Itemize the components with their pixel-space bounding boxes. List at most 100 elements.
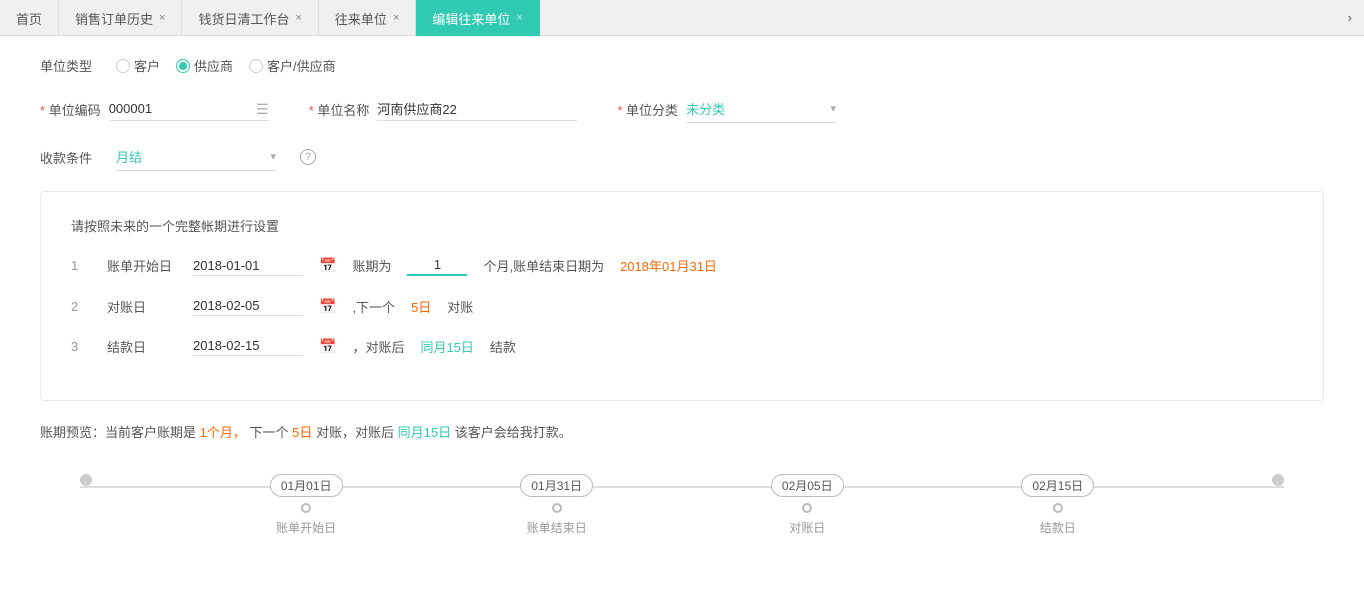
timeline-item-1: 01月01日 账单开始日 — [270, 474, 343, 536]
unit-name-wrapper — [377, 97, 577, 121]
unit-code-label: 单位编码 — [40, 100, 101, 119]
tab-sales-history-label: 销售订单历史 — [75, 9, 153, 28]
period-desc-3a: ，对账后 — [352, 337, 404, 356]
unit-category-label: 单位分类 — [617, 100, 678, 119]
preview-highlight2: 5日 — [292, 425, 312, 440]
calendar-icon-1[interactable]: 📅 — [319, 257, 336, 274]
tab-home-label: 首页 — [16, 9, 42, 28]
tab-bar: 首页 销售订单历史 × 钱货日清工作台 × 往来单位 × 编辑往来单位 × › — [0, 0, 1364, 36]
preview-highlight3: 同月15日 — [398, 425, 451, 440]
tab-edit-partner-close[interactable]: × — [516, 12, 522, 24]
tab-cash-work[interactable]: 钱货日清工作台 × — [182, 0, 318, 36]
timeline-label-3: 对账日 — [789, 519, 825, 536]
chevron-right-icon: › — [1348, 10, 1352, 25]
radio-both[interactable]: 客户/供应商 — [249, 56, 336, 75]
calendar-icon-3[interactable]: 📅 — [319, 338, 336, 355]
timeline-badge-1: 01月01日 — [270, 474, 343, 497]
period-payment-date-input[interactable] — [193, 336, 303, 356]
timeline-section: 01月01日 账单开始日 01月31日 账单结束日 02月05日 对账日 02月… — [40, 464, 1324, 566]
unit-code-wrapper: ☰ — [109, 97, 269, 121]
period-settings-box: 请按照未来的一个完整帐期进行设置 1 账单开始日 📅 账期为 个月,账单结束日期… — [40, 191, 1324, 401]
period-desc-3b: 结款 — [490, 337, 516, 356]
period-field-label-2: 对账日 — [107, 297, 177, 316]
timeline-dot-1 — [301, 503, 311, 513]
timeline-badge-4: 02月15日 — [1021, 474, 1094, 497]
payment-terms-label: 收款条件 — [40, 148, 92, 167]
period-title: 请按照未来的一个完整帐期进行设置 — [71, 216, 1293, 235]
tab-cash-work-close[interactable]: × — [295, 12, 301, 24]
period-row-2: 2 对账日 📅 ,下一个 5日 对账 — [71, 296, 1293, 316]
calendar-icon-2[interactable]: 📅 — [319, 298, 336, 315]
preview-suffix: 该客户会给我打款。 — [455, 425, 572, 440]
help-icon[interactable]: ? — [300, 149, 316, 165]
radio-supplier-circle — [176, 59, 190, 73]
tab-partners-label: 往来单位 — [335, 9, 387, 28]
preview-prefix: 账期预览：当前客户账期是 — [40, 425, 196, 440]
period-start-date-input[interactable] — [193, 256, 303, 276]
timeline-label-4: 结款日 — [1040, 519, 1076, 536]
timeline-item-end — [1272, 474, 1284, 536]
timeline-label-2: 账单结束日 — [527, 519, 587, 536]
timeline-items: 01月01日 账单开始日 01月31日 账单结束日 02月05日 对账日 02月… — [80, 474, 1284, 536]
tab-home[interactable]: 首页 — [0, 0, 59, 36]
tab-sales-history-close[interactable]: × — [159, 12, 165, 24]
tab-more-button[interactable]: › — [1336, 0, 1364, 35]
unit-category-select[interactable]: 未分类 ▾ — [686, 95, 836, 123]
preview-highlight1: 1个月， — [200, 425, 246, 440]
unit-name-label: 单位名称 — [309, 100, 370, 119]
period-num-3: 3 — [71, 339, 91, 354]
timeline-item-start — [80, 474, 92, 536]
unit-name-input[interactable] — [377, 97, 577, 121]
tab-cash-work-label: 钱货日清工作台 — [198, 9, 289, 28]
tab-edit-partner-label: 编辑往来单位 — [432, 9, 510, 28]
period-desc-1b: 个月,账单结束日期为 — [483, 256, 604, 275]
payment-terms-select[interactable]: 月结 ▾ — [116, 143, 276, 171]
period-reconcile-date-input[interactable] — [193, 296, 303, 316]
timeline-start-dot — [80, 474, 92, 486]
preview-middle: 下一个 — [250, 425, 289, 440]
unit-code-input[interactable] — [109, 97, 269, 121]
unit-info-row: 单位编码 ☰ 单位名称 单位分类 未分类 ▾ — [40, 95, 1324, 123]
period-field-label-1: 账单开始日 — [107, 256, 177, 275]
payment-terms-value: 月结 — [116, 147, 266, 166]
tab-partners[interactable]: 往来单位 × — [319, 0, 416, 36]
period-desc-1a: 账期为 — [352, 256, 391, 275]
tab-edit-partner[interactable]: 编辑往来单位 × — [416, 0, 539, 36]
timeline-badge-2: 01月31日 — [520, 474, 593, 497]
timeline-item-4: 02月15日 结款日 — [1021, 474, 1094, 536]
payment-terms-chevron: ▾ — [270, 150, 276, 163]
period-field-label-3: 结款日 — [107, 337, 177, 356]
radio-customer-label: 客户 — [134, 56, 160, 75]
preview-middle2: 对账，对账后 — [316, 425, 394, 440]
radio-both-label: 客户/供应商 — [267, 56, 336, 75]
period-row-1: 1 账单开始日 📅 账期为 个月,账单结束日期为 2018年01月31日 — [71, 255, 1293, 276]
unit-type-row: 单位类型 客户 供应商 客户/供应商 — [40, 56, 1324, 75]
radio-both-circle — [249, 59, 263, 73]
timeline-dot-3 — [802, 503, 812, 513]
timeline-label-1: 账单开始日 — [276, 519, 336, 536]
period-desc-2b: 对账 — [447, 297, 473, 316]
tab-partners-close[interactable]: × — [393, 12, 399, 24]
timeline-item-3: 02月05日 对账日 — [771, 474, 844, 536]
timeline-dot-2 — [552, 503, 562, 513]
payment-terms-row: 收款条件 月结 ▾ ? — [40, 143, 1324, 171]
main-content: 单位类型 客户 供应商 客户/供应商 单位编码 ☰ 单位名 — [0, 36, 1364, 608]
timeline-end-dot — [1272, 474, 1284, 486]
period-end-date: 2018年01月31日 — [620, 256, 717, 275]
radio-customer-circle — [116, 59, 130, 73]
unit-category-value: 未分类 — [686, 99, 826, 118]
period-payment-highlight: 同月15日 — [420, 337, 473, 356]
period-row-3: 3 结款日 📅 ，对账后 同月15日 结款 — [71, 336, 1293, 356]
tab-sales-history[interactable]: 销售订单历史 × — [59, 0, 182, 36]
period-reconcile-highlight: 5日 — [411, 297, 431, 316]
radio-supplier[interactable]: 供应商 — [176, 56, 233, 75]
period-num-2: 2 — [71, 299, 91, 314]
radio-customer[interactable]: 客户 — [116, 56, 160, 75]
timeline-item-2: 01月31日 账单结束日 — [520, 474, 593, 536]
unit-type-label: 单位类型 — [40, 56, 92, 75]
unit-code-icon[interactable]: ☰ — [256, 101, 269, 118]
unit-type-radio-group: 客户 供应商 客户/供应商 — [116, 56, 336, 75]
timeline-badge-3: 02月05日 — [771, 474, 844, 497]
period-months-input[interactable] — [407, 255, 467, 276]
timeline-dot-4 — [1053, 503, 1063, 513]
